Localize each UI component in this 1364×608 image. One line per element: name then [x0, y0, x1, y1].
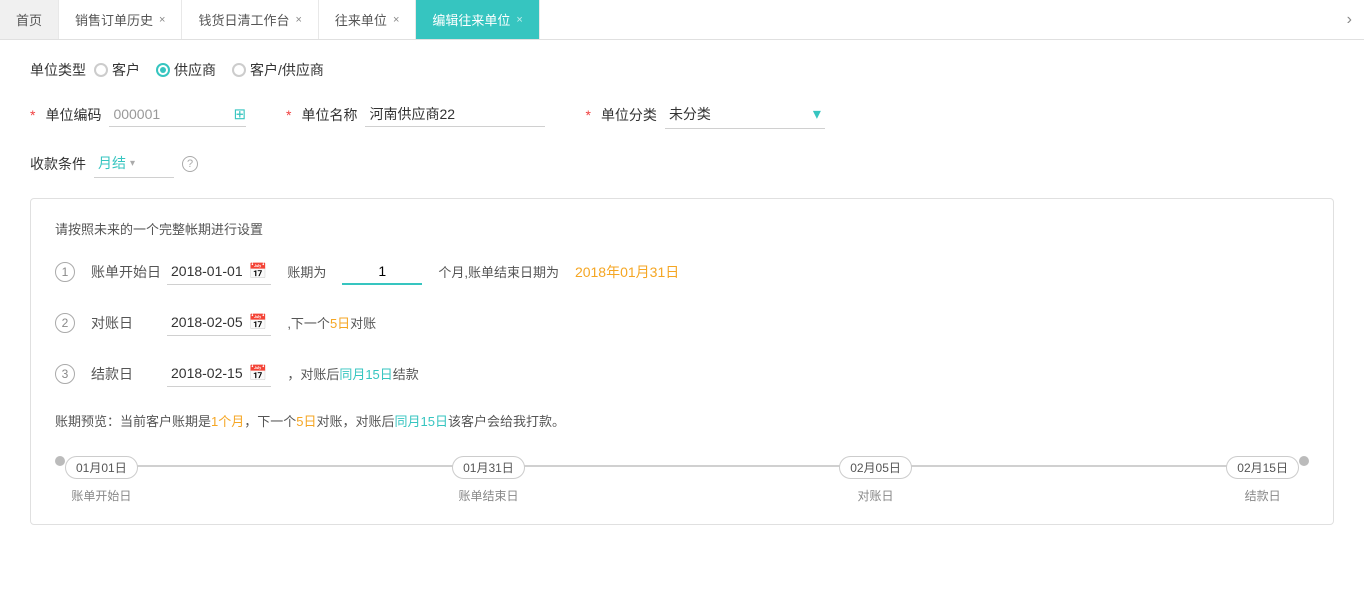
payment-condition-value: 月结: [98, 153, 126, 173]
radio-customer[interactable]: 客户: [94, 60, 140, 80]
unit-name-group: * 单位名称: [286, 102, 545, 127]
tab-edit-counterparty[interactable]: 编辑往来单位 ×: [416, 0, 539, 39]
payment-condition-arrow: ▾: [130, 158, 135, 169]
unit-category-required: *: [585, 107, 590, 123]
timeline-label-2: 账单结束日: [458, 487, 518, 504]
unit-type-row: 单位类型 客户 供应商 客户/供应商: [30, 60, 1334, 80]
card-instruction: 请按照未来的一个完整帐期进行设置: [55, 219, 1309, 238]
unit-info-row: * 单位编码 ⊞ * 单位名称 * 单位分类 未分类 ▾: [30, 100, 1334, 129]
timeline-node-4: 02月15日 结款日: [1226, 454, 1299, 504]
setting-row-1: 1 账单开始日 2018-01-01 📅 账期为 个月,账单结束日期为 2018…: [55, 258, 1309, 285]
settings-card: 请按照未来的一个完整帐期进行设置 1 账单开始日 2018-01-01 📅 账期…: [30, 198, 1334, 525]
tab-home[interactable]: 首页: [0, 0, 59, 39]
timeline: 01月01日 账单开始日 01月31日 账单结束日 02月05日 对账日 02月…: [55, 454, 1309, 504]
unit-name-required: *: [286, 107, 291, 123]
tab-cashier-workbench-close[interactable]: ×: [295, 14, 301, 26]
tab-scroll-right[interactable]: ›: [1335, 0, 1364, 39]
timeline-bubble-1: 01月01日: [65, 456, 138, 479]
help-icon[interactable]: ?: [182, 156, 198, 172]
period-input[interactable]: [342, 259, 422, 285]
payment-condition-row: 收款条件 月结 ▾ ?: [30, 149, 1334, 178]
tab-sales-history[interactable]: 销售订单历史 ×: [59, 0, 182, 39]
timeline-label-4: 结款日: [1245, 487, 1281, 504]
tab-counterparty-label: 往来单位: [335, 10, 387, 29]
timeline-bubble-4: 02月15日: [1226, 456, 1299, 479]
unit-code-group: * 单位编码 ⊞: [30, 102, 246, 127]
radio-supplier-label: 供应商: [174, 60, 216, 80]
unit-code-input-wrapper: ⊞: [109, 102, 246, 127]
timeline-label-1: 账单开始日: [71, 487, 131, 504]
period-end-date: 2018年01月31日: [575, 262, 679, 282]
timeline-label-3: 对账日: [858, 487, 894, 504]
timeline-nodes: 01月01日 账单开始日 01月31日 账单结束日 02月05日 对账日 02月…: [65, 454, 1299, 504]
radio-supplier[interactable]: 供应商: [156, 60, 216, 80]
tab-cashier-workbench-label: 钱货日清工作台: [198, 10, 289, 29]
unit-type-group: 单位类型 客户 供应商 客户/供应商: [30, 60, 324, 80]
unit-category-select[interactable]: 未分类 ▾: [665, 100, 825, 129]
tab-sales-history-close[interactable]: ×: [159, 14, 165, 26]
tab-edit-counterparty-close[interactable]: ×: [516, 14, 522, 26]
payment-condition-dropdown[interactable]: 月结 ▾: [94, 149, 174, 178]
unit-category-chevron: ▾: [813, 104, 821, 124]
payment-date-cal-icon[interactable]: 📅: [249, 364, 268, 382]
timeline-start-dot: [55, 456, 65, 466]
radio-customer-supplier-label: 客户/供应商: [250, 60, 324, 80]
start-date-value: 2018-01-01: [171, 263, 243, 279]
row-num-2: 2: [55, 313, 75, 333]
preview-text: 账期预览：当前客户账期是1个月，下一个5日对账，对账后同月15日该客户会给我打款…: [55, 411, 1309, 430]
main-content: 单位类型 客户 供应商 客户/供应商 * 单位编码: [0, 40, 1364, 608]
row-label-2: 对账日: [91, 313, 151, 333]
payment-condition-label: 收款条件: [30, 154, 86, 174]
unit-code-copy-icon[interactable]: ⊞: [233, 105, 246, 123]
unit-type-label: 单位类型: [30, 60, 86, 80]
start-date-input[interactable]: 2018-01-01 📅: [167, 258, 271, 285]
unit-category-label: 单位分类: [601, 105, 657, 125]
unit-type-radio-group: 客户 供应商 客户/供应商: [94, 60, 324, 80]
row-num-1: 1: [55, 262, 75, 282]
row-1-desc-after: 个月,账单结束日期为: [438, 262, 559, 281]
unit-code-label: 单位编码: [45, 105, 101, 125]
payment-date-value: 2018-02-15: [171, 365, 243, 381]
timeline-bubble-3: 02月05日: [839, 456, 912, 479]
tab-sales-history-label: 销售订单历史: [75, 10, 153, 29]
unit-category-value: 未分类: [669, 104, 809, 124]
tab-edit-counterparty-label: 编辑往来单位: [432, 10, 510, 29]
reconcile-date-input[interactable]: 2018-02-05 📅: [167, 309, 271, 336]
tab-counterparty[interactable]: 往来单位 ×: [319, 0, 416, 39]
row-num-3: 3: [55, 364, 75, 384]
setting-row-2: 2 对账日 2018-02-05 📅 ,下一个5日对账: [55, 309, 1309, 336]
reconcile-date-cal-icon[interactable]: 📅: [249, 313, 268, 331]
tab-cashier-workbench[interactable]: 钱货日清工作台 ×: [182, 0, 318, 39]
tab-bar: 首页 销售订单历史 × 钱货日清工作台 × 往来单位 × 编辑往来单位 × ›: [0, 0, 1364, 40]
reconcile-date-value: 2018-02-05: [171, 314, 243, 330]
payment-condition-group: 收款条件 月结 ▾ ?: [30, 149, 198, 178]
setting-row-3: 3 结款日 2018-02-15 📅 ，对账后同月15日结款: [55, 360, 1309, 387]
radio-customer-circle: [94, 63, 108, 77]
row-label-1: 账单开始日: [91, 262, 151, 282]
timeline-bubble-2: 01月31日: [452, 456, 525, 479]
unit-code-required: *: [30, 107, 35, 123]
unit-name-input[interactable]: [365, 102, 545, 127]
unit-code-input[interactable]: [109, 102, 229, 126]
radio-supplier-circle: [156, 63, 170, 77]
radio-customer-label: 客户: [112, 60, 140, 80]
timeline-end-dot: [1299, 456, 1309, 466]
radio-customer-supplier[interactable]: 客户/供应商: [232, 60, 324, 80]
row-1-desc-before: 账期为: [287, 262, 326, 281]
start-date-cal-icon[interactable]: 📅: [249, 262, 268, 280]
timeline-node-2: 01月31日 账单结束日: [452, 454, 525, 504]
tab-counterparty-close[interactable]: ×: [393, 14, 399, 26]
unit-category-group: * 单位分类 未分类 ▾: [585, 100, 824, 129]
tab-home-label: 首页: [16, 10, 42, 29]
timeline-node-3: 02月05日 对账日: [839, 454, 912, 504]
timeline-node-1: 01月01日 账单开始日: [65, 454, 138, 504]
row-label-3: 结款日: [91, 364, 151, 384]
row-3-desc: ，对账后同月15日结款: [287, 364, 419, 383]
row-2-desc: ,下一个5日对账: [287, 313, 376, 332]
unit-name-label: 单位名称: [301, 105, 357, 125]
radio-customer-supplier-circle: [232, 63, 246, 77]
payment-date-input[interactable]: 2018-02-15 📅: [167, 360, 271, 387]
